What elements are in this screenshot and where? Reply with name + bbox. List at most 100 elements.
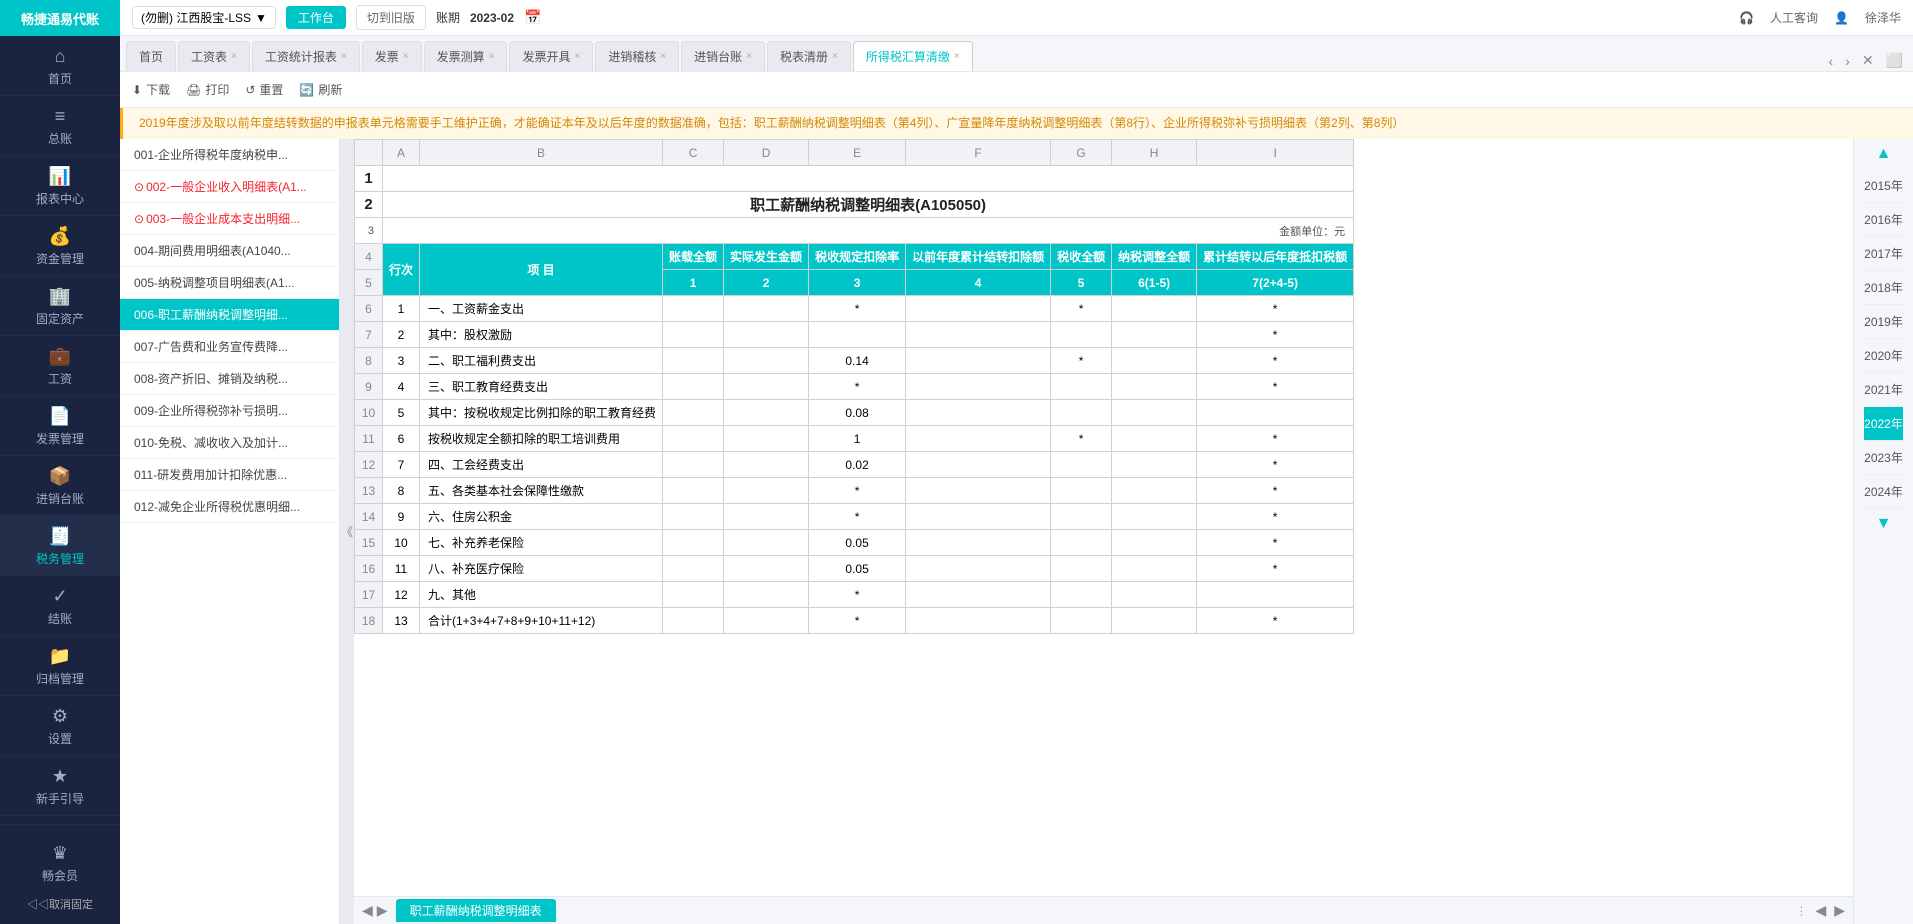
tab-maximize-btn[interactable]: ⬜ [1882,50,1907,71]
sidebar-item-salary[interactable]: 💼 工资 [0,336,120,396]
sidebar-item-capital[interactable]: 💰 资金管理 [0,216,120,276]
cell-c5[interactable] [1051,452,1112,478]
tab-invoice-issue-close[interactable]: × [574,51,580,62]
cell-c3[interactable]: 0.05 [809,556,906,582]
cell-c7[interactable]: * [1197,530,1354,556]
cell-c6[interactable] [1112,452,1197,478]
cell-c2[interactable] [724,556,809,582]
cell-c6[interactable] [1112,400,1197,426]
cell-c7[interactable]: * [1197,374,1354,400]
left-nav-item-005[interactable]: 005-纳税调整项目明细表(A1... [120,267,339,299]
cell-c4[interactable] [906,374,1051,400]
cell-c6[interactable] [1112,374,1197,400]
collapse-toggle[interactable]: 《 [340,139,354,924]
cell-c5[interactable] [1051,400,1112,426]
cell-c1[interactable] [663,348,724,374]
cell-c4[interactable] [906,426,1051,452]
tab-purchase-ledger[interactable]: 进销台账 × [681,41,765,71]
cell-c1[interactable] [663,374,724,400]
tab-tax-clear-close[interactable]: × [832,51,838,62]
left-nav-item-002[interactable]: ⊙002-一般企业收入明细表(A1... [120,171,339,203]
cell-c3[interactable] [809,322,906,348]
tab-invoice-close[interactable]: × [403,51,409,62]
year-item[interactable]: 2022年 [1864,407,1903,441]
year-item[interactable]: 2017年 [1864,237,1903,271]
cell-c3[interactable]: * [809,374,906,400]
cell-c7[interactable]: * [1197,556,1354,582]
sheet-table-wrapper[interactable]: A B C D E F G H I 1 [354,139,1853,896]
cell-c3[interactable]: 1 [809,426,906,452]
cell-c1[interactable] [663,530,724,556]
tab-salary-report[interactable]: 工资统计报表 × [252,41,360,71]
year-item[interactable]: 2015年 [1864,169,1903,203]
cell-c1[interactable] [663,608,724,634]
cell-c4[interactable] [906,348,1051,374]
cell-c1[interactable] [663,582,724,608]
year-item[interactable]: 2024年 [1864,475,1903,509]
cell-c6[interactable] [1112,296,1197,322]
cell-c3[interactable]: 0.05 [809,530,906,556]
cell-c2[interactable] [724,400,809,426]
cell-c4[interactable] [906,504,1051,530]
sidebar-item-vip[interactable]: ♛ 畅会员 [0,833,120,892]
cell-c7[interactable] [1197,400,1354,426]
sidebar-item-guide[interactable]: ★ 新手引导 [0,756,120,816]
tab-close-all-btn[interactable]: ✕ [1858,50,1878,71]
cell-c6[interactable] [1112,582,1197,608]
cell-c3[interactable]: 0.08 [809,400,906,426]
left-nav-item-006[interactable]: 006-职工薪酬纳税调整明细... [120,299,339,331]
year-item[interactable]: 2019年 [1864,305,1903,339]
cell-c6[interactable] [1112,322,1197,348]
support-label[interactable]: 人工客询 [1770,9,1818,26]
year-item[interactable]: 2020年 [1864,339,1903,373]
sidebar-item-archive[interactable]: 📁 归档管理 [0,636,120,696]
sidebar-item-invoice[interactable]: 📄 发票管理 [0,396,120,456]
cell-c2[interactable] [724,582,809,608]
cell-c1[interactable] [663,478,724,504]
left-nav-item-003[interactable]: ⊙003-一般企业成本支出明细... [120,203,339,235]
sidebar-item-home[interactable]: ⌂ 首页 [0,36,120,96]
scroll-right-btn[interactable]: ▶ [377,902,388,919]
unpin-btn[interactable]: ◁◁取消固定 [27,892,93,916]
cell-c5[interactable] [1051,582,1112,608]
left-nav-item-001[interactable]: 001-企业所得税年度纳税申... [120,139,339,171]
cell-c5[interactable] [1051,478,1112,504]
cell-c4[interactable] [906,322,1051,348]
tab-salary[interactable]: 工资表 × [178,41,250,71]
cell-c2[interactable] [724,530,809,556]
workbench-button[interactable]: 工作台 [286,6,346,29]
tab-scroll-right-btn[interactable]: › [1841,51,1854,71]
sidebar-item-tax[interactable]: 🧾 税务管理 [0,516,120,576]
cell-c7[interactable] [1197,582,1354,608]
cell-c7[interactable]: * [1197,478,1354,504]
tab-purchase-ledger-close[interactable]: × [746,51,752,62]
sidebar-item-inventory[interactable]: 📦 进销台账 [0,456,120,516]
cell-c4[interactable] [906,608,1051,634]
tab-income-tax[interactable]: 所得税汇算清缴 × [853,41,973,71]
sidebar-item-general-ledger[interactable]: ≡ 总账 [0,96,120,156]
tab-invoice-issue[interactable]: 发票开具 × [509,41,593,71]
cell-c1[interactable] [663,452,724,478]
cell-c6[interactable] [1112,530,1197,556]
cell-c4[interactable] [906,556,1051,582]
cell-c5[interactable]: * [1051,426,1112,452]
cell-c5[interactable] [1051,556,1112,582]
print-button[interactable]: 🖨 打印 [186,81,229,98]
sidebar-item-settings[interactable]: ⚙ 设置 [0,696,120,756]
year-item[interactable]: 2021年 [1864,373,1903,407]
year-item[interactable]: 2016年 [1864,203,1903,237]
cell-c1[interactable] [663,296,724,322]
refresh-button[interactable]: 🔄 刷新 [299,81,342,98]
tab-salary-report-close[interactable]: × [341,51,347,62]
cell-c1[interactable] [663,322,724,348]
tab-invoice[interactable]: 发票 × [362,41,422,71]
download-button[interactable]: ⬇ 下载 [132,81,170,98]
cell-c5[interactable] [1051,504,1112,530]
tab-scroll-left-btn[interactable]: ‹ [1824,51,1837,71]
old-version-button[interactable]: 切到旧版 [356,5,426,30]
left-nav-item-009[interactable]: 009-企业所得税弥补亏损明... [120,395,339,427]
cell-c3[interactable]: 0.14 [809,348,906,374]
cell-c5[interactable]: * [1051,296,1112,322]
cell-c2[interactable] [724,478,809,504]
left-nav-item-012[interactable]: 012-减免企业所得税优惠明细... [120,491,339,523]
